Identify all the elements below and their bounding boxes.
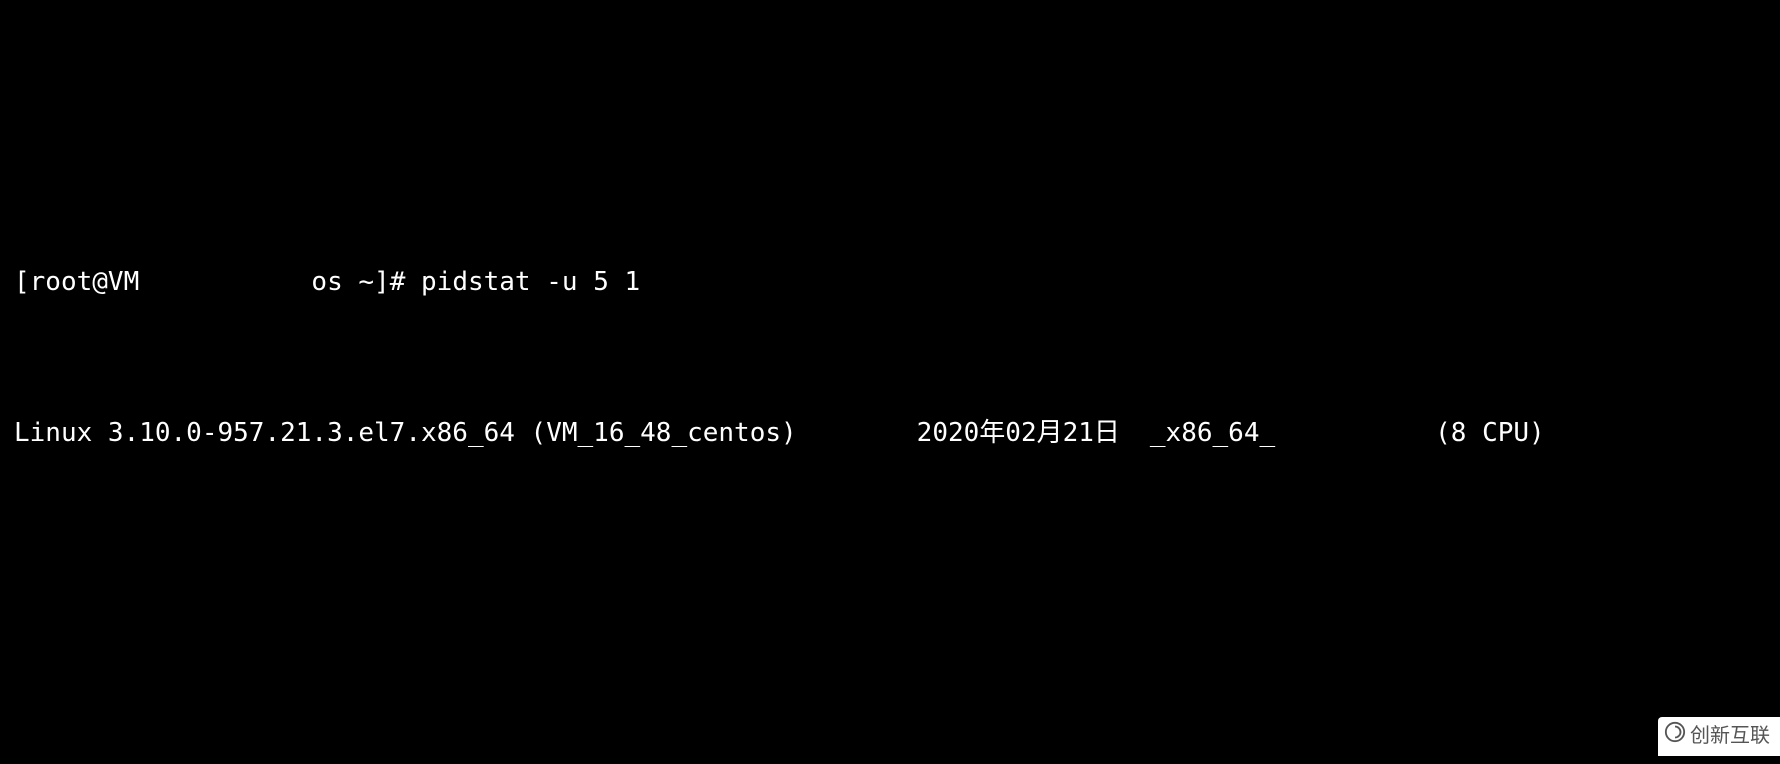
kernel-string: Linux 3.10.0-957.21.3.el7.x86_64 (VM_16_…	[14, 415, 797, 453]
command-entered: pidstat -u 5 1	[421, 267, 640, 297]
architecture: _x86_64_	[1150, 415, 1275, 453]
blank-line	[14, 678, 1766, 716]
watermark-logo-icon	[1664, 721, 1686, 752]
terminal-output[interactable]: [root@VM_10_40_centos ~]# pidstat -u 5 1…	[0, 0, 1780, 764]
blank-line	[14, 565, 1766, 603]
cpu-count: (8 CPU)	[1435, 415, 1545, 453]
truncated-top-line	[14, 113, 1766, 151]
report-date: 2020年02月21日	[917, 415, 1120, 453]
watermark-badge: 创新互联	[1658, 717, 1780, 756]
watermark-text: 创新互联	[1690, 722, 1770, 751]
redacted-hostname: _10_40_cent	[139, 264, 311, 302]
uname-line: Linux 3.10.0-957.21.3.el7.x86_64 (VM_16_…	[14, 415, 1766, 453]
shell-prompt-line: [root@VM_10_40_centos ~]# pidstat -u 5 1	[14, 264, 1766, 302]
